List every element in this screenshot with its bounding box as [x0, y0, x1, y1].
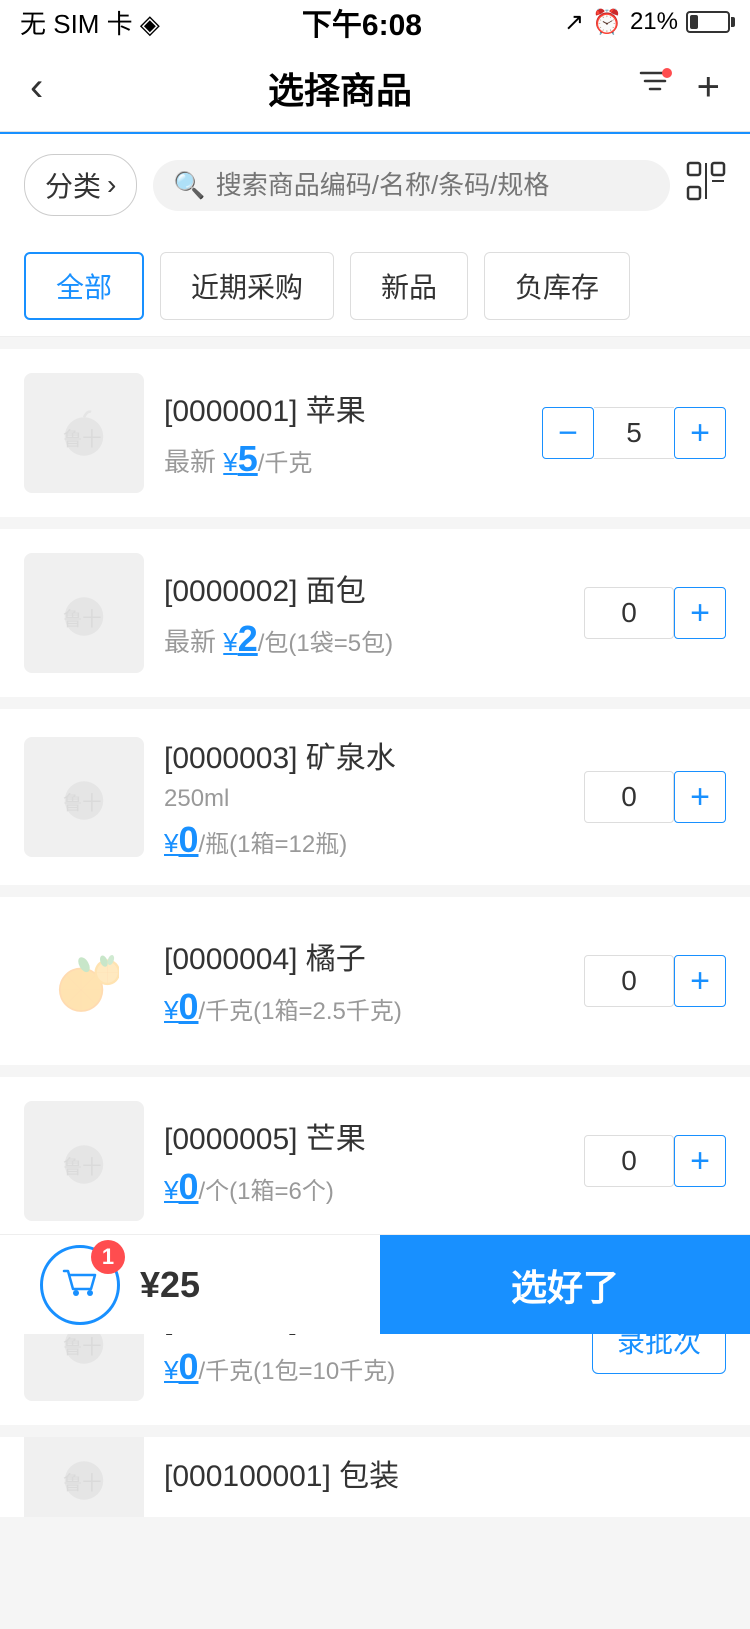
qty-plus-3[interactable]: +	[674, 771, 726, 823]
svg-text:鲁十: 鲁十	[63, 1336, 102, 1358]
qty-plus-2[interactable]: +	[674, 587, 726, 639]
product-image-4	[24, 921, 144, 1041]
svg-text:鲁十: 鲁十	[63, 792, 102, 814]
alarm-icon: ⏰	[592, 8, 622, 37]
product-name-3: [0000003] 矿泉水	[164, 733, 564, 777]
product-list: 鲁十 [0000001] 苹果 最新 ¥5/千克 − + 鲁十 [0000002…	[0, 337, 750, 1517]
status-time: 下午6:08	[302, 0, 422, 44]
page-title: 选择商品	[268, 62, 412, 114]
bottom-bar: 1 ¥25 选好了	[0, 1234, 750, 1334]
tab-all[interactable]: 全部	[24, 252, 144, 320]
status-bar: 无 SIM 卡 ◈ 下午6:08 ↗ ⏰ 21%	[0, 0, 750, 44]
location-icon: ↗	[564, 8, 584, 37]
search-bar: 分类 › 🔍	[0, 134, 750, 236]
product-info-7: [000100001] 包装	[164, 1451, 726, 1503]
cart-total: ¥25	[140, 1264, 200, 1306]
back-button[interactable]: ‹	[30, 65, 43, 110]
search-input[interactable]	[216, 170, 650, 201]
qty-input-4[interactable]	[584, 955, 674, 1007]
product-info-4: [0000004] 橘子 ¥0/千克(1箱=2.5千克)	[164, 934, 564, 1028]
qty-minus-1[interactable]: −	[542, 407, 594, 459]
category-button[interactable]: 分类 ›	[24, 154, 137, 216]
tab-recent[interactable]: 近期采购	[160, 252, 334, 320]
tab-new[interactable]: 新品	[350, 252, 468, 320]
qty-input-5[interactable]	[584, 1135, 674, 1187]
qty-plus-1[interactable]: +	[674, 407, 726, 459]
product-image-3: 鲁十	[24, 737, 144, 857]
cart-area: 1 ¥25	[0, 1245, 380, 1325]
product-price-4: ¥0/千克(1箱=2.5千克)	[164, 986, 564, 1028]
filter-icon[interactable]	[637, 65, 673, 110]
search-input-wrap: 🔍	[153, 160, 670, 211]
product-image-7: 鲁十	[24, 1437, 144, 1517]
cart-icon[interactable]: 1	[40, 1245, 120, 1325]
status-icons: ↗ ⏰ 21%	[564, 8, 730, 37]
nav-bar: ‹ 选择商品 +	[0, 44, 750, 132]
product-price-3: ¥0/瓶(1箱=12瓶)	[164, 819, 564, 861]
product-name-2: [0000002] 面包	[164, 566, 564, 610]
list-item: 鲁十 [0000001] 苹果 最新 ¥5/千克 − +	[0, 349, 750, 517]
product-spec-3: 250ml	[164, 785, 564, 813]
list-item: 鲁十 [0000002] 面包 最新 ¥2/包(1袋=5包) +	[0, 529, 750, 697]
qty-input-3[interactable]	[584, 771, 674, 823]
svg-text:鲁十: 鲁十	[63, 608, 102, 630]
tabs-bar: 全部 近期采购 新品 负库存	[0, 236, 750, 337]
product-price-6: ¥0/千克(1包=10千克)	[164, 1346, 572, 1388]
qty-plus-4[interactable]: +	[674, 955, 726, 1007]
scan-icon[interactable]	[686, 161, 726, 210]
category-label: 分类	[45, 165, 101, 205]
product-info-3: [0000003] 矿泉水 250ml ¥0/瓶(1箱=12瓶)	[164, 733, 564, 861]
list-item: 鲁十 [000100001] 包装	[0, 1437, 750, 1517]
tab-negative[interactable]: 负库存	[484, 252, 630, 320]
qty-control-2: +	[584, 587, 726, 639]
product-image-2: 鲁十	[24, 553, 144, 673]
product-image-5: 鲁十	[24, 1101, 144, 1221]
qty-input-1[interactable]	[594, 407, 674, 459]
product-info-5: [0000005] 芒果 ¥0/个(1箱=6个)	[164, 1114, 564, 1208]
qty-control-4: +	[584, 955, 726, 1007]
product-image-1: 鲁十	[24, 373, 144, 493]
list-item: 鲁十 [0000003] 矿泉水 250ml ¥0/瓶(1箱=12瓶) +	[0, 709, 750, 885]
product-price-1: 最新 ¥5/千克	[164, 438, 522, 480]
qty-control-1: − +	[542, 407, 726, 459]
status-signal: 无 SIM 卡 ◈	[20, 4, 160, 41]
product-name-5: [0000005] 芒果	[164, 1114, 564, 1158]
list-item: [0000004] 橘子 ¥0/千克(1箱=2.5千克) +	[0, 897, 750, 1065]
product-price-5: ¥0/个(1箱=6个)	[164, 1166, 564, 1208]
battery-icon	[686, 11, 730, 33]
confirm-button[interactable]: 选好了	[380, 1235, 750, 1334]
cart-badge: 1	[91, 1240, 125, 1274]
svg-text:鲁十: 鲁十	[63, 428, 102, 450]
product-price-2: 最新 ¥2/包(1袋=5包)	[164, 618, 564, 660]
search-icon: 🔍	[173, 170, 205, 201]
svg-text:鲁十: 鲁十	[63, 1472, 102, 1494]
add-button[interactable]: +	[697, 65, 720, 110]
product-info-1: [0000001] 苹果 最新 ¥5/千克	[164, 386, 522, 480]
qty-control-3: +	[584, 771, 726, 823]
product-info-2: [0000002] 面包 最新 ¥2/包(1袋=5包)	[164, 566, 564, 660]
product-name-4: [0000004] 橘子	[164, 934, 564, 978]
product-name-7: [000100001] 包装	[164, 1451, 726, 1495]
qty-input-2[interactable]	[584, 587, 674, 639]
category-chevron: ›	[107, 169, 116, 201]
list-item: 鲁十 [0000005] 芒果 ¥0/个(1箱=6个) +	[0, 1077, 750, 1245]
svg-text:鲁十: 鲁十	[63, 1156, 102, 1178]
product-name-1: [0000001] 苹果	[164, 386, 522, 430]
battery-percent: 21%	[630, 8, 678, 36]
qty-plus-5[interactable]: +	[674, 1135, 726, 1187]
qty-control-5: +	[584, 1135, 726, 1187]
